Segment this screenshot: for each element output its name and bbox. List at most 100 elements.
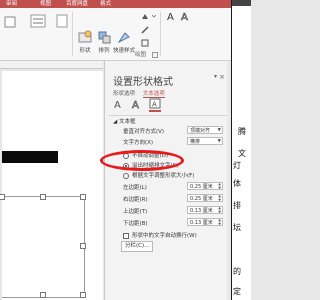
black-shape[interactable] bbox=[2, 151, 58, 163]
vertical-align-value: 顶端对齐 bbox=[190, 128, 211, 134]
shape-outline-icon[interactable] bbox=[140, 25, 150, 35]
svg-text:A: A bbox=[167, 12, 174, 22]
tab-text-options[interactable]: 文本选项 bbox=[142, 89, 165, 98]
resize-handle[interactable] bbox=[80, 194, 86, 200]
slide-editor bbox=[0, 61, 103, 300]
columns-button[interactable]: 分栏(C)... bbox=[121, 241, 154, 252]
doc-char: 的 bbox=[233, 267, 241, 276]
top-margin-field[interactable]: 0.13 厘米 ▲ ▼ bbox=[187, 206, 223, 214]
text-direction-value: 横排 bbox=[190, 139, 201, 145]
chevron-down-icon: ▼ bbox=[217, 128, 221, 133]
divider bbox=[109, 115, 227, 116]
document-strip: 腾 文 灯 体 排 坛 的 定 bbox=[231, 0, 251, 300]
shape-fill-icon bbox=[78, 30, 92, 43]
tab-shape-options[interactable]: 形状选项 bbox=[113, 89, 135, 97]
quick-styles-button-label: 快速样式 bbox=[113, 48, 136, 54]
resize-handle[interactable] bbox=[40, 194, 46, 200]
spinner-icon[interactable]: ▲ ▼ bbox=[218, 218, 221, 226]
shape-fill-bucket-icon[interactable] bbox=[140, 12, 150, 22]
group-separator bbox=[72, 12, 73, 56]
doc-char: 灯 bbox=[233, 161, 241, 170]
group-label-drawing: 绘图 bbox=[135, 52, 147, 58]
chevron-down-icon[interactable] bbox=[152, 14, 156, 18]
doc-char: 排 bbox=[233, 201, 241, 210]
right-margin-value: 0.25 厘米 bbox=[190, 196, 213, 202]
section-title: 文本框 bbox=[118, 119, 136, 125]
wrap-text-label: 形状中的文字自动换行(W) bbox=[132, 233, 197, 239]
resize-shape-label: 根据文字调整形状大小(F) bbox=[132, 173, 195, 179]
vertical-align-dropdown[interactable]: 顶端对齐 ▼ bbox=[187, 126, 223, 134]
pane-title: 设置形状格式 bbox=[113, 77, 173, 88]
spinner-icon[interactable]: ▲ ▼ bbox=[218, 182, 221, 190]
ribbon: 形状 排列 快速样式 绘图 A A bbox=[0, 8, 250, 61]
svg-text:A: A bbox=[181, 12, 188, 22]
shape-button-label: 形状 bbox=[79, 48, 91, 54]
dialog-launcher-icon[interactable] bbox=[152, 52, 158, 58]
resize-handle[interactable] bbox=[40, 292, 46, 298]
chevron-down-icon[interactable]: ▾ bbox=[214, 73, 217, 80]
doc-char: 定 bbox=[233, 287, 241, 296]
right-margin-field[interactable]: 0.25 厘米 ▲ ▼ bbox=[187, 194, 223, 202]
top-margin-value: 0.13 厘米 bbox=[190, 208, 213, 214]
red-highlight-ellipse bbox=[100, 150, 184, 171]
right-margin-label: 右边距(R) bbox=[123, 197, 148, 203]
group-separator bbox=[160, 12, 161, 56]
text-fill-icon[interactable]: A bbox=[166, 10, 178, 22]
close-icon[interactable]: × bbox=[219, 73, 225, 81]
shape-button[interactable]: 形状 bbox=[78, 30, 92, 54]
checkbox[interactable] bbox=[123, 232, 129, 239]
tab-baidu-netdisk[interactable]: 百度网盘 bbox=[66, 0, 88, 8]
left-margin-field[interactable]: 0.25 厘米 ▲ ▼ bbox=[187, 182, 223, 190]
svg-text:A: A bbox=[152, 101, 157, 109]
arrange-button[interactable]: 排列 bbox=[97, 30, 111, 54]
horizontal-ruler bbox=[0, 61, 103, 69]
shapes-icon[interactable] bbox=[30, 14, 46, 28]
doc-header-bar bbox=[232, 0, 251, 6]
ribbon-tab-bar: 审阅 视图 百度网盘 格式 bbox=[0, 0, 250, 8]
textbox-icon[interactable]: A bbox=[149, 98, 161, 112]
textbox-tool-icon[interactable] bbox=[56, 14, 68, 28]
textbox-section-header[interactable]: ◢ 文本框 bbox=[113, 117, 136, 125]
pane-icon-bar: A A A bbox=[113, 98, 213, 114]
arrange-icon bbox=[98, 31, 111, 44]
text-outline-icon[interactable]: A bbox=[180, 10, 192, 22]
text-fill-outline-icon[interactable]: A bbox=[113, 98, 125, 110]
top-margin-label: 上边距(T) bbox=[123, 209, 148, 215]
spinner-icon[interactable]: ▲ ▼ bbox=[218, 206, 221, 214]
doc-char: 体 bbox=[233, 179, 241, 188]
arrange-button-label: 排列 bbox=[98, 48, 110, 54]
vertical-align-label: 垂直对齐方式(V) bbox=[123, 129, 165, 135]
doc-char: 文 bbox=[238, 149, 246, 158]
svg-text:A: A bbox=[114, 100, 121, 110]
text-direction-label: 文字方向(X) bbox=[123, 140, 154, 146]
text-effects-icon[interactable]: A bbox=[131, 98, 143, 110]
wrap-text-checkbox[interactable]: 形状中的文字自动换行(W) bbox=[123, 231, 197, 239]
doc-char: 腾 bbox=[238, 127, 246, 136]
quick-styles-button[interactable]: 快速样式 bbox=[113, 30, 135, 54]
shape-effects-icon[interactable] bbox=[140, 38, 150, 48]
new-slide-icon[interactable] bbox=[4, 16, 16, 28]
radio-button[interactable] bbox=[123, 172, 129, 179]
slide-canvas[interactable] bbox=[0, 71, 103, 300]
selected-textbox[interactable] bbox=[0, 194, 86, 298]
tab-format[interactable]: 格式 bbox=[100, 0, 111, 8]
doc-char: 坛 bbox=[233, 223, 241, 232]
text-direction-dropdown[interactable]: 横排 ▼ bbox=[187, 137, 223, 145]
resize-handle[interactable] bbox=[0, 194, 5, 200]
tab-view[interactable]: 视图 bbox=[40, 0, 51, 8]
chevron-down-icon: ▼ bbox=[217, 139, 221, 144]
resize-handle[interactable] bbox=[80, 243, 86, 249]
format-shape-pane: 设置形状格式 ▾ × 形状选项 文本选项 A A A ◢ 文本框 垂直对齐方式(… bbox=[104, 61, 231, 300]
bottom-margin-field[interactable]: 0.13 厘米 ▲ ▼ bbox=[187, 218, 223, 226]
bottom-margin-label: 下边距(B) bbox=[123, 221, 148, 227]
svg-text:A: A bbox=[132, 100, 139, 110]
left-margin-value: 0.25 厘米 bbox=[190, 184, 213, 190]
pane-tab-bar: 形状选项 文本选项 bbox=[113, 89, 171, 98]
tab-review[interactable]: 审阅 bbox=[6, 0, 17, 8]
spinner-icon[interactable]: ▲ ▼ bbox=[218, 194, 221, 202]
resize-handle[interactable] bbox=[80, 292, 86, 298]
bottom-margin-value: 0.13 厘米 bbox=[190, 220, 213, 226]
left-margin-label: 左边距(L) bbox=[123, 185, 147, 191]
quick-styles-icon bbox=[117, 32, 130, 44]
resize-shape-radio[interactable]: 根据文字调整形状大小(F) bbox=[123, 171, 194, 179]
